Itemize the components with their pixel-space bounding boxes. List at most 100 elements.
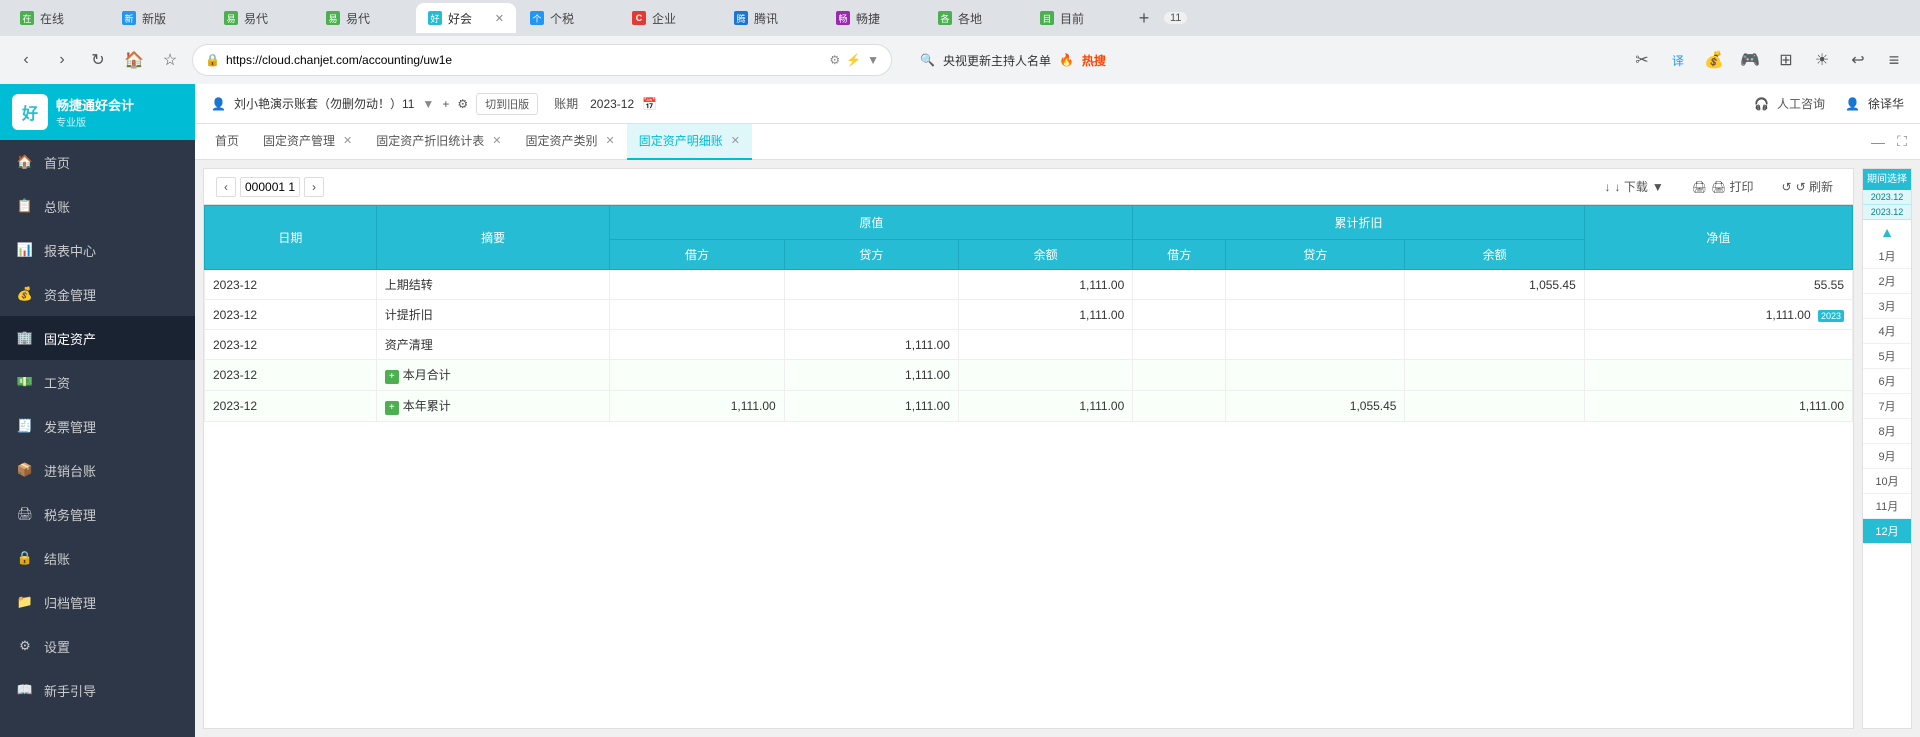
tab-xinban[interactable]: 新 新版: [110, 3, 210, 33]
scissors-icon[interactable]: ✂: [1628, 46, 1656, 74]
dropdown-arrow-icon[interactable]: ▼: [422, 97, 434, 111]
month-item-10[interactable]: 10月: [1863, 469, 1911, 494]
cell-orig-debit: [610, 330, 784, 360]
tab-qiye[interactable]: C 企业: [620, 3, 720, 33]
tab-yidai1[interactable]: 易 易代: [212, 3, 312, 33]
translate-icon[interactable]: 译: [1664, 46, 1692, 74]
ledger-table: 日期 摘要 原值 累计折旧 净值 借方 贷方 余额 借方: [204, 205, 1853, 728]
app-tab-depreciation-stats-close[interactable]: ✕: [492, 134, 501, 147]
sidebar-label-invoice: 发票管理: [44, 417, 96, 436]
tab-geshuui[interactable]: 个 个税: [518, 3, 618, 33]
logo-subtitle: 专业版: [56, 114, 134, 129]
grid-icon[interactable]: ⊞: [1772, 46, 1800, 74]
settings-icon[interactable]: ⚙: [457, 97, 468, 111]
sidebar-item-ledger[interactable]: 📋 总账: [0, 184, 195, 228]
sidebar-item-home[interactable]: 🏠 首页: [0, 140, 195, 184]
back-button[interactable]: ‹: [12, 46, 40, 74]
scroll-up-button[interactable]: ▲: [1863, 220, 1911, 244]
app-tab-asset-category[interactable]: 固定资产类别 ✕: [513, 124, 626, 160]
home-button[interactable]: 🏠: [120, 46, 148, 74]
month-item-4[interactable]: 4月: [1863, 319, 1911, 344]
history-icon[interactable]: ↩: [1844, 46, 1872, 74]
table-row: 2023-12 +本年累计 1,111.00 1,111.00 1,111.00…: [205, 391, 1853, 422]
app-tab-asset-mgmt[interactable]: 固定资产管理 ✕: [251, 124, 364, 160]
month-item-8[interactable]: 8月: [1863, 419, 1911, 444]
theme-icon[interactable]: ☀: [1808, 46, 1836, 74]
app-tab-asset-detail-close[interactable]: ✕: [731, 134, 740, 147]
print-icon: 🖨: [1692, 180, 1707, 194]
cell-accum-debit: [1133, 270, 1226, 300]
month-item-3[interactable]: 3月: [1863, 294, 1911, 319]
sidebar-item-invoice[interactable]: 🧾 发票管理: [0, 404, 195, 448]
game-icon[interactable]: 🎮: [1736, 46, 1764, 74]
data-table: 日期 摘要 原值 累计折旧 净值 借方 贷方 余额 借方: [204, 205, 1853, 422]
url-text: https://cloud.chanjet.com/accounting/uw1…: [226, 53, 452, 67]
tab-tencent[interactable]: 腾 腾讯: [722, 3, 822, 33]
add-icon[interactable]: +: [442, 97, 449, 111]
cell-date: 2023-12: [205, 330, 377, 360]
cell-summary: +本月合计: [376, 360, 610, 391]
tab-muqian[interactable]: 目 目前: [1028, 3, 1128, 33]
cell-summary: 资产清理: [376, 330, 610, 360]
month-item-5[interactable]: 5月: [1863, 344, 1911, 369]
tab-label: 腾讯: [754, 10, 778, 27]
month-item-9[interactable]: 9月: [1863, 444, 1911, 469]
tab-gedi[interactable]: 各 各地: [926, 3, 1026, 33]
bookmark-button[interactable]: ☆: [156, 46, 184, 74]
page-input[interactable]: [240, 177, 300, 197]
tab-changjie[interactable]: 畅 畅捷: [824, 3, 924, 33]
col-accum-balance: 余额: [1405, 240, 1584, 270]
site-settings-icon[interactable]: ⚙: [829, 53, 840, 67]
sidebar-item-reports[interactable]: 📊 报表中心: [0, 228, 195, 272]
page-prev-button[interactable]: ‹: [216, 177, 236, 197]
col-orig-balance: 余额: [958, 240, 1132, 270]
cell-net-value: 1,111.00 2023: [1584, 300, 1852, 330]
sidebar-label-tax: 税务管理: [44, 505, 96, 524]
app-tab-depreciation-stats[interactable]: 固定资产折旧统计表 ✕: [364, 124, 513, 160]
tab-haohui[interactable]: 好 好会 ✕: [416, 3, 516, 33]
sidebar-item-purchase-sales[interactable]: 📦 进销台账: [0, 448, 195, 492]
url-bar[interactable]: 🔒 https://cloud.chanjet.com/accounting/u…: [192, 44, 892, 76]
table-row: 2023-12 上期结转 1,111.00 1,055.45 55.55: [205, 270, 1853, 300]
month-item-1[interactable]: 1月: [1863, 244, 1911, 269]
tab-close-icon[interactable]: ✕: [495, 12, 504, 25]
page-next-button[interactable]: ›: [304, 177, 324, 197]
minimize-icon[interactable]: —: [1868, 132, 1888, 152]
month-item-2[interactable]: 2月: [1863, 269, 1911, 294]
wallet-icon[interactable]: 💰: [1700, 46, 1728, 74]
forward-button[interactable]: ›: [48, 46, 76, 74]
app-tab-asset-detail[interactable]: 固定资产明细账 ✕: [627, 124, 752, 160]
month-item-7[interactable]: 7月: [1863, 394, 1911, 419]
tab-yidai2[interactable]: 易 易代: [314, 3, 414, 33]
cell-accum-debit: [1133, 330, 1226, 360]
sidebar-item-closing[interactable]: 🔒 结账: [0, 536, 195, 580]
switch-version-button[interactable]: 切到旧版: [476, 93, 538, 115]
tab-zaixin[interactable]: 在 在线: [8, 3, 108, 33]
help-label[interactable]: 人工咨询: [1777, 95, 1825, 112]
print-button[interactable]: 🖨 🖨 打印: [1684, 175, 1762, 198]
month-list: 1月 2月 3月 4月 5月 6月 7月 8月 9月 10月 11月 12月: [1863, 244, 1911, 728]
app-tab-asset-category-close[interactable]: ✕: [606, 134, 615, 147]
sidebar-item-funds[interactable]: 💰 资金管理: [0, 272, 195, 316]
month-item-6[interactable]: 6月: [1863, 369, 1911, 394]
search-icon: 🔍: [920, 53, 935, 67]
reload-button[interactable]: ↻: [84, 46, 112, 74]
sidebar-item-settings[interactable]: ⚙ 设置: [0, 624, 195, 668]
sidebar-item-fixed-assets[interactable]: 🏢 固定资产: [0, 316, 195, 360]
app-tab-asset-mgmt-close[interactable]: ✕: [343, 134, 352, 147]
month-item-11[interactable]: 11月: [1863, 494, 1911, 519]
calendar-icon[interactable]: 📅: [642, 97, 657, 111]
sidebar-item-tax[interactable]: 🖨 税务管理: [0, 492, 195, 536]
download-button[interactable]: ↓ ↓ 下载 ▼: [1597, 175, 1672, 198]
refresh-button[interactable]: ↺ ↺ 刷新: [1774, 175, 1841, 198]
menu-icon[interactable]: ≡: [1880, 46, 1908, 74]
sidebar-item-payroll[interactable]: 💵 工资: [0, 360, 195, 404]
maximize-icon[interactable]: ⛶: [1892, 132, 1912, 152]
new-tab-button[interactable]: +: [1130, 4, 1158, 32]
app-tab-asset-detail-label: 固定资产明细账: [639, 132, 723, 149]
sidebar-item-archive[interactable]: 📁 归档管理: [0, 580, 195, 624]
month-item-12[interactable]: 12月: [1863, 519, 1911, 544]
sidebar-item-guide[interactable]: 📖 新手引导: [0, 668, 195, 712]
app-tab-home[interactable]: 首页: [203, 124, 251, 160]
dropdown-icon[interactable]: ▼: [867, 53, 879, 67]
